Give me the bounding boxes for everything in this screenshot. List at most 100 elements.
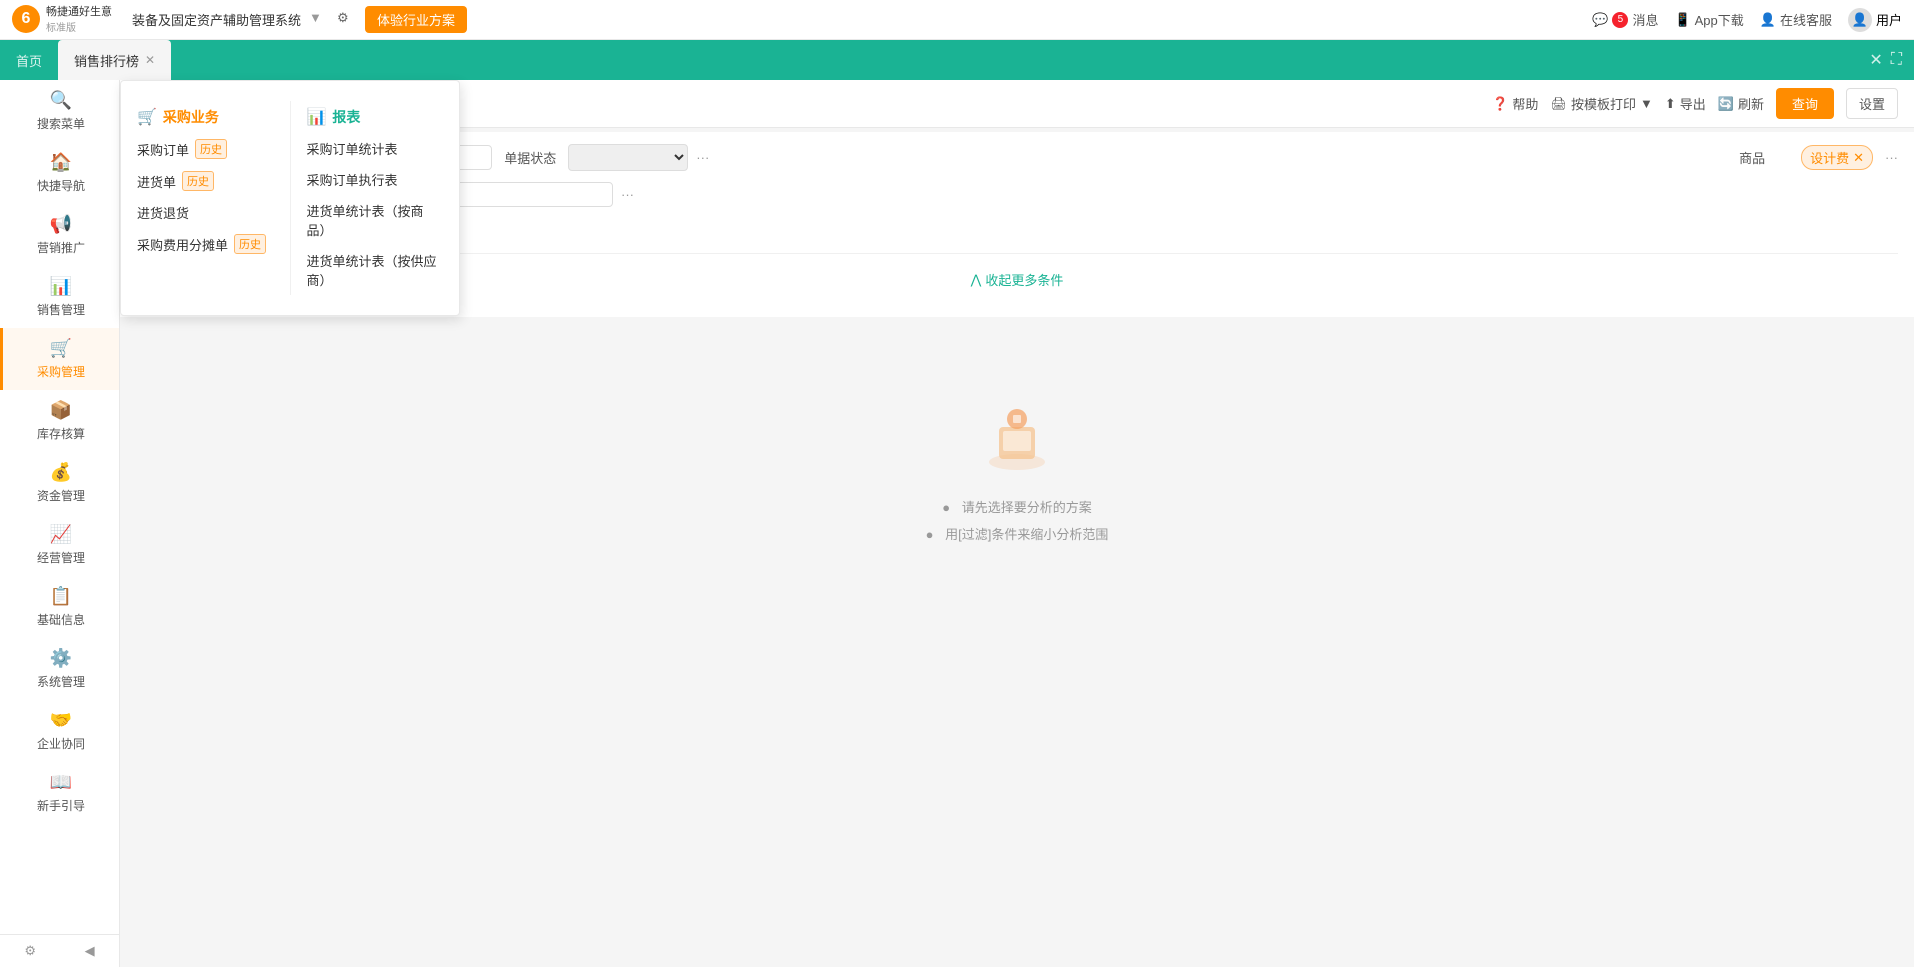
message-label: 消息 <box>1632 10 1658 29</box>
sidebar-label-system: 系统管理 <box>37 673 85 690</box>
sidebar-item-cooperation[interactable]: 🤝 企业协同 <box>0 700 119 762</box>
sales-icon: 📊 <box>50 276 72 297</box>
message-icon: 💬 <box>1592 12 1608 28</box>
dropdown-item-inbound-stat-goods[interactable]: 进货单统计表（按商品） <box>291 195 460 245</box>
purchase-order-label: 采购订单 <box>137 140 189 159</box>
search-icon: 🔍 <box>50 90 72 111</box>
sidebar: 🔍 搜索菜单 🏠 快捷导航 📢 营销推广 📊 销售管理 🛒 采购管理 📦 库存核… <box>0 80 120 967</box>
user-area[interactable]: 👤 用户 <box>1848 8 1902 32</box>
goods-tag: 设计费 ✕ <box>1801 145 1873 170</box>
goods-tag-text: 设计费 <box>1810 148 1849 167</box>
dropdown-item-purchase-order-exec[interactable]: 采购订单执行表 <box>291 164 460 195</box>
tab-minimize-icon[interactable]: ✕ <box>1869 50 1882 70</box>
tab-close-icon[interactable]: ✕ <box>145 53 155 67</box>
export-icon: ⬆ <box>1665 96 1676 112</box>
help-icon: ❓ <box>1492 96 1508 112</box>
sidebar-label-search: 搜索菜单 <box>37 115 85 132</box>
sidebar-collapse-icon[interactable]: ◀ <box>85 943 95 959</box>
sidebar-label-quicknav: 快捷导航 <box>37 177 85 194</box>
dropdown-item-inbound-stat-supplier[interactable]: 进货单统计表（按供应商） <box>291 245 460 295</box>
collapse-btn[interactable]: ⋀ 收起更多条件 <box>971 270 1064 289</box>
goods-tag-close[interactable]: ✕ <box>1853 150 1864 166</box>
purchase-icon: 🛒 <box>50 338 72 359</box>
dropdown-purchase-col: 🛒 采购业务 采购订单 历史 进货单 历史 进货退货 采购费用分摊单 历史 <box>121 101 291 295</box>
report-title-icon: 📊 <box>307 107 327 127</box>
sidebar-item-inventory[interactable]: 📦 库存核算 <box>0 390 119 452</box>
tab-home-label: 首页 <box>16 51 42 70</box>
empty-tip-2: ● 用[过滤]条件来缩小分析范围 <box>926 524 1109 543</box>
online-service-action[interactable]: 👤 在线客服 <box>1760 10 1832 29</box>
app-download-label: App下载 <box>1695 10 1744 29</box>
dropdown-report-title: 📊 报表 <box>291 101 460 133</box>
sidebar-label-operation: 经营管理 <box>37 549 85 566</box>
dropdown-menu: 🛒 采购业务 采购订单 历史 进货单 历史 进货退货 采购费用分摊单 历史 📊 <box>120 80 460 316</box>
sidebar-item-capital[interactable]: 💰 资金管理 <box>0 452 119 514</box>
dropdown-purchase-title: 🛒 采购业务 <box>121 101 290 133</box>
dropdown-item-purchase-order-stat[interactable]: 采购订单统计表 <box>291 133 460 164</box>
empty-state: ● 请先选择要分析的方案 ● 用[过滤]条件来缩小分析范围 <box>120 317 1914 627</box>
purchase-order-stat-label: 采购订单统计表 <box>307 139 398 158</box>
marketing-icon: 📢 <box>50 214 72 235</box>
print-icon: 🖨 <box>1550 96 1567 112</box>
dropdown-item-purchase-order[interactable]: 采购订单 历史 <box>121 133 290 165</box>
sidebar-label-marketing: 营销推广 <box>37 239 85 256</box>
dropdown-report-col: 📊 报表 采购订单统计表 采购订单执行表 进货单统计表（按商品） 进货单统计表（… <box>291 101 460 295</box>
sidebar-item-quicknav[interactable]: 🏠 快捷导航 <box>0 142 119 204</box>
query-btn[interactable]: 查询 <box>1776 88 1834 119</box>
top-header: 6 畅捷通好生意 标准版 装备及固定资产辅助管理系统 ▼ ⚙ 体验行业方案 💬 … <box>0 0 1914 40</box>
tab-home[interactable]: 首页 <box>0 40 58 80</box>
help-btn[interactable]: ❓ 帮助 <box>1492 94 1538 113</box>
doc-status-label: 单据状态 <box>504 148 556 167</box>
purchase-title-icon: 🛒 <box>137 107 157 127</box>
refresh-icon: 🔄 <box>1718 96 1734 112</box>
sidebar-item-basicinfo[interactable]: 📋 基础信息 <box>0 576 119 638</box>
dropdown-item-inbound[interactable]: 进货单 历史 <box>121 165 290 197</box>
purchase-order-exec-label: 采购订单执行表 <box>307 170 398 189</box>
dropdown-item-return[interactable]: 进货退货 <box>121 197 290 228</box>
sidebar-label-purchase: 采购管理 <box>37 363 85 380</box>
goods-more-icon[interactable]: ··· <box>1885 150 1898 165</box>
sidebar-settings-icon[interactable]: ⚙ <box>24 943 36 959</box>
settings-icon[interactable]: ⚙ <box>337 10 357 30</box>
sidebar-item-marketing[interactable]: 📢 营销推广 <box>0 204 119 266</box>
logo-icon: 6 <box>12 5 40 33</box>
app-download-action[interactable]: 📱 App下载 <box>1674 10 1743 29</box>
refresh-btn[interactable]: 🔄 刷新 <box>1718 94 1764 113</box>
message-action[interactable]: 💬 5 消息 <box>1592 10 1658 29</box>
doc-status-select[interactable] <box>568 144 688 171</box>
industry-btn[interactable]: 体验行业方案 <box>365 6 467 33</box>
sidebar-label-guide: 新手引导 <box>37 797 85 814</box>
system-title: 装备及固定资产辅助管理系统 <box>132 10 301 29</box>
dropdown-item-cost-alloc[interactable]: 采购费用分摊单 历史 <box>121 228 290 260</box>
dropdown-cols: 🛒 采购业务 采购订单 历史 进货单 历史 进货退货 采购费用分摊单 历史 📊 <box>121 93 459 303</box>
settings-page-btn[interactable]: 设置 <box>1846 88 1898 119</box>
doc-status-more-icon[interactable]: ··· <box>696 150 709 165</box>
tab-maximize-icon[interactable]: ⛶ <box>1891 51 1902 69</box>
phone-icon: 📱 <box>1674 12 1690 28</box>
sidebar-item-sales[interactable]: 📊 销售管理 <box>0 266 119 328</box>
sidebar-item-system[interactable]: ⚙️ 系统管理 <box>0 638 119 700</box>
print-dropdown-icon: ▼ <box>1640 96 1653 111</box>
history-badge-2: 历史 <box>182 171 214 191</box>
history-badge-1: 历史 <box>195 139 227 159</box>
tab-sales-rank[interactable]: 销售排行榜 ✕ <box>58 40 171 80</box>
guide-icon: 📖 <box>50 772 72 793</box>
system-icon: ⚙️ <box>50 648 72 669</box>
sidebar-label-inventory: 库存核算 <box>37 425 85 442</box>
header-center: 装备及固定资产辅助管理系统 ▼ ⚙ 体验行业方案 <box>132 6 1592 33</box>
basicinfo-icon: 📋 <box>50 586 72 607</box>
sidebar-item-search[interactable]: 🔍 搜索菜单 <box>0 80 119 142</box>
sidebar-item-guide[interactable]: 📖 新手引导 <box>0 762 119 824</box>
tab-bar-right: ✕ ⛶ <box>1869 50 1914 70</box>
system-dropdown-icon[interactable]: ▼ <box>309 10 329 30</box>
tab-sales-rank-label: 销售排行榜 <box>74 51 139 70</box>
sidebar-item-operation[interactable]: 📈 经营管理 <box>0 514 119 576</box>
logo-badge: 标准版 <box>46 19 112 34</box>
home-icon: 🏠 <box>50 152 72 173</box>
salesperson-more-icon[interactable]: ··· <box>621 187 634 202</box>
history-badge-3: 历史 <box>234 234 266 254</box>
print-btn[interactable]: 🖨 按模板打印 ▼ <box>1550 94 1652 113</box>
empty-icon <box>977 397 1057 477</box>
sidebar-item-purchase[interactable]: 🛒 采购管理 <box>0 328 119 390</box>
export-btn[interactable]: ⬆ 导出 <box>1665 94 1706 113</box>
